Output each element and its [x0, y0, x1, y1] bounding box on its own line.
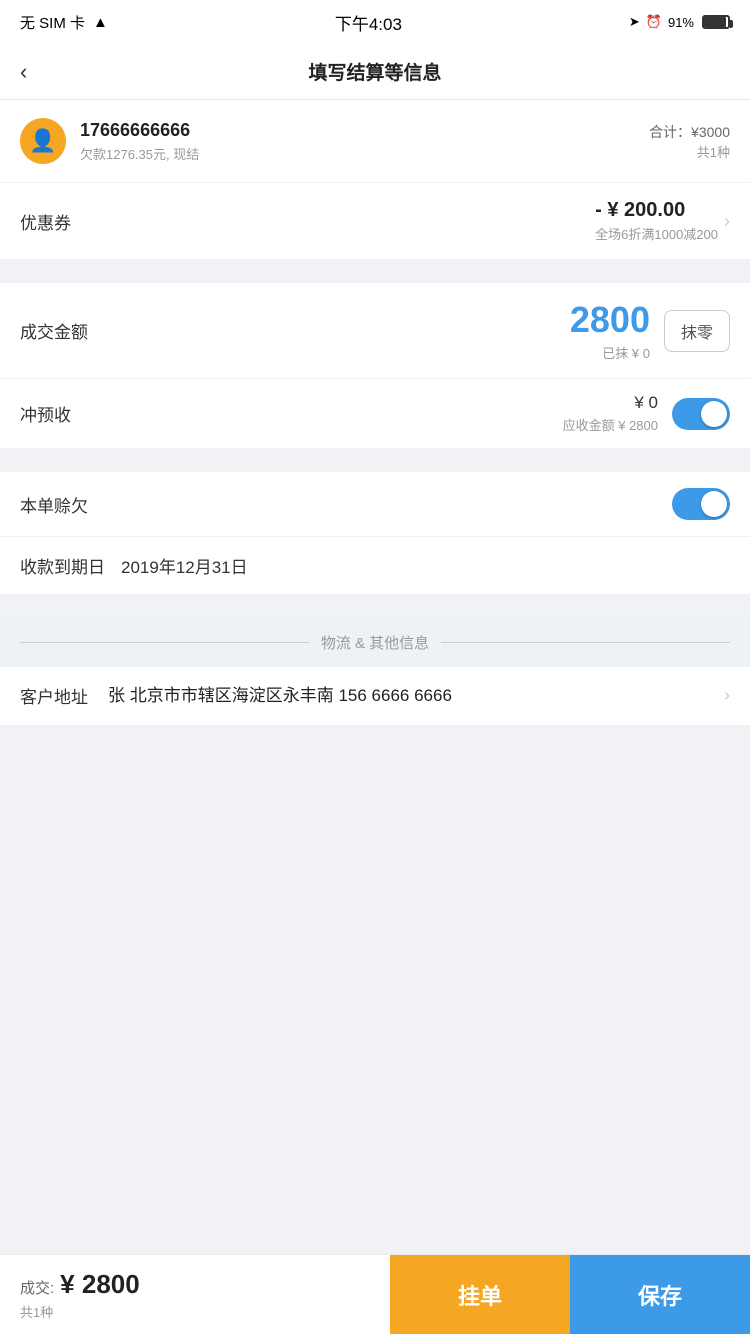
nav-bar: ‹ 填写结算等信息	[0, 44, 750, 100]
header-line-left	[20, 642, 309, 643]
prepay-label: 冲预收	[20, 401, 71, 426]
prepay-row: 冲预收 ¥ 0 应收金额 ¥ 2800	[0, 378, 750, 448]
bottom-deal-label: 成交:	[20, 1277, 54, 1298]
location-icon: ➤	[629, 14, 640, 30]
debt-toggle[interactable]	[672, 488, 730, 520]
wifi-icon: ▲	[93, 14, 108, 31]
bottom-deal-amount: ¥ 2800	[60, 1269, 140, 1300]
divider-2	[0, 460, 750, 472]
alarm-icon: ⏰	[646, 14, 662, 30]
address-card: 客户地址 张 北京市市辖区海淀区永丰南 156 6666 6666 ›	[0, 667, 750, 725]
battery-percent: 91%	[668, 15, 694, 30]
customer-card: 👤 17666666666 欠款1276.35元, 现结 合计：¥3000 共1…	[0, 100, 750, 259]
suspend-button[interactable]: 挂单	[390, 1255, 570, 1334]
address-row[interactable]: 客户地址 张 北京市市辖区海淀区永丰南 156 6666 6666 ›	[0, 667, 750, 725]
coupon-amount: - ¥ 200.00	[595, 199, 718, 222]
bottom-count: 共1种	[20, 1302, 370, 1321]
deal-amount-value: 2800	[570, 299, 650, 341]
status-left: 无 SIM 卡 ▲	[20, 12, 108, 33]
total-label: 合计：¥3000	[649, 122, 730, 142]
avatar-icon: 👤	[29, 128, 56, 154]
due-date-value: 2019年12月31日	[121, 553, 248, 578]
coupon-desc: 全场6折满1000减200	[595, 224, 718, 243]
save-button[interactable]: 保存	[570, 1255, 750, 1334]
customer-info: 17666666666 欠款1276.35元, 现结	[80, 120, 199, 163]
debt-row: 本单赊欠	[0, 472, 750, 536]
deal-amount-row: 成交金额 2800 已抹 ¥ 0 抹零	[0, 283, 750, 378]
customer-left: 👤 17666666666 欠款1276.35元, 现结	[20, 118, 199, 164]
round-button[interactable]: 抹零	[664, 310, 730, 352]
address-chevron-icon: ›	[724, 685, 730, 706]
header-line-right	[441, 642, 730, 643]
deal-card: 成交金额 2800 已抹 ¥ 0 抹零 冲预收 ¥ 0 应收金额 ¥ 2800	[0, 283, 750, 448]
prepay-sub: 应收金额 ¥ 2800	[563, 415, 658, 434]
bottom-bar: 成交: ¥ 2800 共1种 挂单 保存	[0, 1254, 750, 1334]
coupon-row[interactable]: 优惠券 - ¥ 200.00 全场6折满1000减200 ›	[0, 182, 750, 259]
customer-right: 合计：¥3000 共1种	[649, 122, 730, 161]
customer-phone: 17666666666	[80, 120, 199, 141]
deal-amount-label: 成交金额	[20, 318, 88, 343]
due-date-label: 收款到期日	[20, 553, 105, 578]
status-time: 下午4:03	[335, 10, 402, 35]
carrier-label: 无 SIM 卡	[20, 12, 85, 33]
bottom-deal: 成交: ¥ 2800	[20, 1269, 370, 1300]
page-title: 填写结算等信息	[308, 58, 441, 85]
customer-row: 👤 17666666666 欠款1276.35元, 现结 合计：¥3000 共1…	[0, 100, 750, 182]
deal-right: 2800 已抹 ¥ 0 抹零	[570, 299, 730, 362]
divider-3	[0, 606, 750, 618]
logistics-label: 物流 & 其他信息	[321, 632, 429, 653]
battery-icon	[702, 15, 730, 29]
coupon-amount-block: - ¥ 200.00 全场6折满1000减200	[595, 199, 718, 243]
bottom-info: 成交: ¥ 2800 共1种	[0, 1269, 390, 1321]
address-value: 张 北京市市辖区海淀区永丰南 156 6666 6666	[108, 683, 724, 709]
prepay-right: ¥ 0 应收金额 ¥ 2800	[563, 393, 730, 434]
prepay-toggle[interactable]	[672, 398, 730, 430]
due-date-row: 收款到期日 2019年12月31日	[0, 536, 750, 594]
extra-space	[0, 737, 750, 817]
deal-amount-block: 2800 已抹 ¥ 0	[570, 299, 650, 362]
customer-sub: 欠款1276.35元, 现结	[80, 144, 199, 163]
avatar: 👤	[20, 118, 66, 164]
coupon-chevron-icon: ›	[724, 211, 730, 232]
logistics-header: 物流 & 其他信息	[0, 618, 750, 667]
status-right: ➤ ⏰ 91%	[629, 14, 730, 30]
debt-card: 本单赊欠 收款到期日 2019年12月31日	[0, 472, 750, 594]
total-count: 共1种	[649, 142, 730, 161]
divider-1	[0, 271, 750, 283]
coupon-label: 优惠券	[20, 209, 71, 234]
deal-erased: 已抹 ¥ 0	[570, 343, 650, 362]
coupon-right: - ¥ 200.00 全场6折满1000减200 ›	[595, 199, 730, 243]
status-bar: 无 SIM 卡 ▲ 下午4:03 ➤ ⏰ 91%	[0, 0, 750, 44]
address-label: 客户地址	[20, 683, 88, 708]
prepay-amount-block: ¥ 0 应收金额 ¥ 2800	[563, 393, 658, 434]
content-area: 👤 17666666666 欠款1276.35元, 现结 合计：¥3000 共1…	[0, 100, 750, 817]
debt-label: 本单赊欠	[20, 492, 88, 517]
back-button[interactable]: ‹	[20, 59, 27, 85]
prepay-amount: ¥ 0	[563, 393, 658, 413]
